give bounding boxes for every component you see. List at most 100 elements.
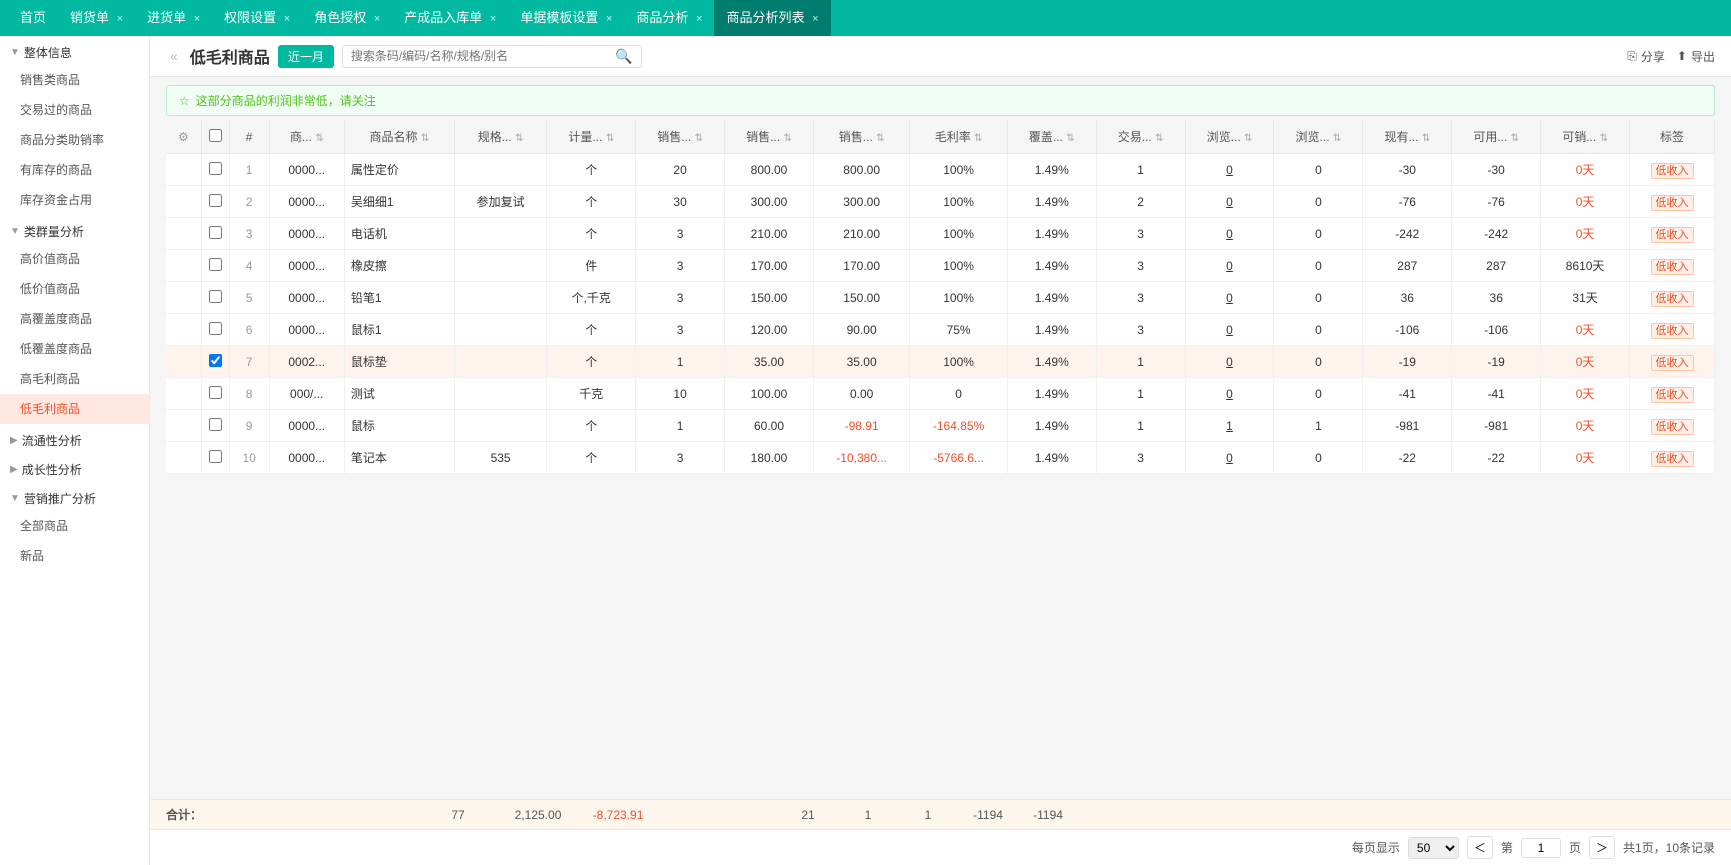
col-sale-profit[interactable]: 销售... ⇅ <box>813 120 909 154</box>
col-name[interactable]: 商品名称 ⇅ <box>344 120 454 154</box>
sidebar-item-sales-products[interactable]: 销售类商品 <box>0 65 149 95</box>
row-checkbox[interactable] <box>209 258 222 271</box>
cell-name[interactable]: 鼠标1 <box>344 314 454 346</box>
col-browse1[interactable]: 浏览... ⇅ <box>1185 120 1274 154</box>
prev-page-button[interactable]: ＜ <box>1467 836 1493 859</box>
nav-sales[interactable]: 销货单 × <box>58 0 135 36</box>
search-icon[interactable]: 🔍 <box>615 48 632 65</box>
cell-name[interactable]: 鼠标 <box>344 410 454 442</box>
nav-purchase[interactable]: 进货单 × <box>135 0 212 36</box>
cell-checkbox[interactable] <box>201 410 229 442</box>
nav-permissions[interactable]: 权限设置 × <box>212 0 302 36</box>
sidebar-item-all-products[interactable]: 全部商品 <box>0 511 149 541</box>
share-button[interactable]: ⎘ 分享 <box>1627 48 1665 65</box>
close-icon[interactable]: × <box>606 13 612 25</box>
col-coverage[interactable]: 覆盖... ⇅ <box>1007 120 1096 154</box>
col-sale-qty[interactable]: 销售... ⇅ <box>636 120 725 154</box>
cell-checkbox[interactable] <box>201 314 229 346</box>
cell-checkbox[interactable] <box>201 282 229 314</box>
sidebar-item-low-coverage[interactable]: 低覆盖度商品 <box>0 334 149 364</box>
cell-name[interactable]: 鼠标垫 <box>344 346 454 378</box>
row-checkbox[interactable] <box>209 162 222 175</box>
export-button[interactable]: ⬆ 导出 <box>1677 48 1715 65</box>
cell-checkbox[interactable] <box>201 154 229 186</box>
sidebar-item-traded-products[interactable]: 交易过的商品 <box>0 95 149 125</box>
table-wrapper[interactable]: ⚙ # 商... ⇅ 商品名称 ⇅ 规格... ⇅ 计量... ⇅ 销售... … <box>166 120 1715 799</box>
nav-product-analysis-list[interactable]: 商品分析列表 × <box>714 0 830 36</box>
close-icon[interactable]: × <box>117 13 123 25</box>
sidebar-item-category-rate[interactable]: 商品分类助销率 <box>0 125 149 155</box>
nav-home[interactable]: 首页 <box>8 0 58 36</box>
sidebar-item-in-stock[interactable]: 有库存的商品 <box>0 155 149 185</box>
cell-browse1[interactable]: 0 <box>1185 218 1274 250</box>
col-available[interactable]: 可用... ⇅ <box>1452 120 1541 154</box>
cell-checkbox[interactable] <box>201 442 229 474</box>
sidebar-item-new-products[interactable]: 新品 <box>0 541 149 571</box>
cell-name[interactable]: 橡皮擦 <box>344 250 454 282</box>
close-icon[interactable]: × <box>194 13 200 25</box>
row-checkbox[interactable] <box>209 322 222 335</box>
sidebar-group-flow[interactable]: ▶ 流通性分析 <box>0 424 149 453</box>
sidebar-group-marketing[interactable]: ▼ 营销推广分析 <box>0 482 149 511</box>
col-settings[interactable]: ⚙ <box>166 120 201 154</box>
cell-name[interactable]: 铅笔1 <box>344 282 454 314</box>
nav-roles[interactable]: 角色授权 × <box>302 0 392 36</box>
sidebar-item-high-value[interactable]: 高价值商品 <box>0 244 149 274</box>
cell-browse1[interactable]: 0 <box>1185 346 1274 378</box>
sidebar-item-high-coverage[interactable]: 高覆盖度商品 <box>0 304 149 334</box>
browse-link[interactable]: 0 <box>1226 291 1233 305</box>
col-trade-count[interactable]: 交易... ⇅ <box>1096 120 1185 154</box>
row-checkbox[interactable] <box>209 418 222 431</box>
row-checkbox[interactable] <box>209 226 222 239</box>
sidebar-group-overall[interactable]: ▼ 整体信息 <box>0 36 149 65</box>
cell-name[interactable]: 电话机 <box>344 218 454 250</box>
sidebar-item-low-value[interactable]: 低价值商品 <box>0 274 149 304</box>
nav-template-settings[interactable]: 单据模板设置 × <box>508 0 624 36</box>
time-filter-button[interactable]: 近一月 <box>278 45 334 68</box>
cell-browse1[interactable]: 0 <box>1185 442 1274 474</box>
browse-link[interactable]: 0 <box>1226 163 1233 177</box>
col-spec[interactable]: 规格... ⇅ <box>454 120 546 154</box>
sidebar-item-capital[interactable]: 库存资金占用 <box>0 185 149 215</box>
row-checkbox[interactable] <box>209 386 222 399</box>
cell-browse1[interactable]: 0 <box>1185 154 1274 186</box>
collapse-sidebar-button[interactable]: « <box>166 48 182 64</box>
browse-link[interactable]: 0 <box>1226 323 1233 337</box>
cell-name[interactable]: 测试 <box>344 378 454 410</box>
close-icon[interactable]: × <box>374 13 380 25</box>
col-browse2[interactable]: 浏览... ⇅ <box>1274 120 1363 154</box>
sidebar-item-high-margin[interactable]: 高毛利商品 <box>0 364 149 394</box>
browse-link[interactable]: 0 <box>1226 451 1233 465</box>
row-checkbox[interactable] <box>209 354 222 367</box>
sidebar-group-cluster[interactable]: ▼ 类群量分析 <box>0 215 149 244</box>
cell-browse1[interactable]: 1 <box>1185 410 1274 442</box>
cell-browse1[interactable]: 0 <box>1185 250 1274 282</box>
browse-link[interactable]: 0 <box>1226 259 1233 273</box>
cell-checkbox[interactable] <box>201 250 229 282</box>
sidebar-item-low-margin[interactable]: 低毛利商品 <box>0 394 149 424</box>
cell-browse1[interactable]: 0 <box>1185 282 1274 314</box>
browse-link[interactable]: 0 <box>1226 355 1233 369</box>
browse-link[interactable]: 0 <box>1226 227 1233 241</box>
cell-browse1[interactable]: 0 <box>1185 378 1274 410</box>
row-checkbox[interactable] <box>209 194 222 207</box>
close-icon[interactable]: × <box>284 13 290 25</box>
close-icon[interactable]: × <box>490 13 496 25</box>
cell-name[interactable]: 吴细细1 <box>344 186 454 218</box>
settings-icon[interactable]: ⚙ <box>178 130 189 144</box>
search-input[interactable] <box>351 49 616 63</box>
cell-name[interactable]: 笔记本 <box>344 442 454 474</box>
row-checkbox[interactable] <box>209 290 222 303</box>
browse-link[interactable]: 0 <box>1226 387 1233 401</box>
cell-name[interactable]: 属性定价 <box>344 154 454 186</box>
close-icon[interactable]: × <box>696 13 702 25</box>
row-checkbox[interactable] <box>209 450 222 463</box>
col-saleable[interactable]: 可销... ⇅ <box>1541 120 1630 154</box>
cell-checkbox[interactable] <box>201 346 229 378</box>
cell-browse1[interactable]: 0 <box>1185 314 1274 346</box>
cell-checkbox[interactable] <box>201 218 229 250</box>
browse-link[interactable]: 0 <box>1226 195 1233 209</box>
col-code[interactable]: 商... ⇅ <box>269 120 344 154</box>
browse-link[interactable]: 1 <box>1226 419 1233 433</box>
cell-browse1[interactable]: 0 <box>1185 186 1274 218</box>
